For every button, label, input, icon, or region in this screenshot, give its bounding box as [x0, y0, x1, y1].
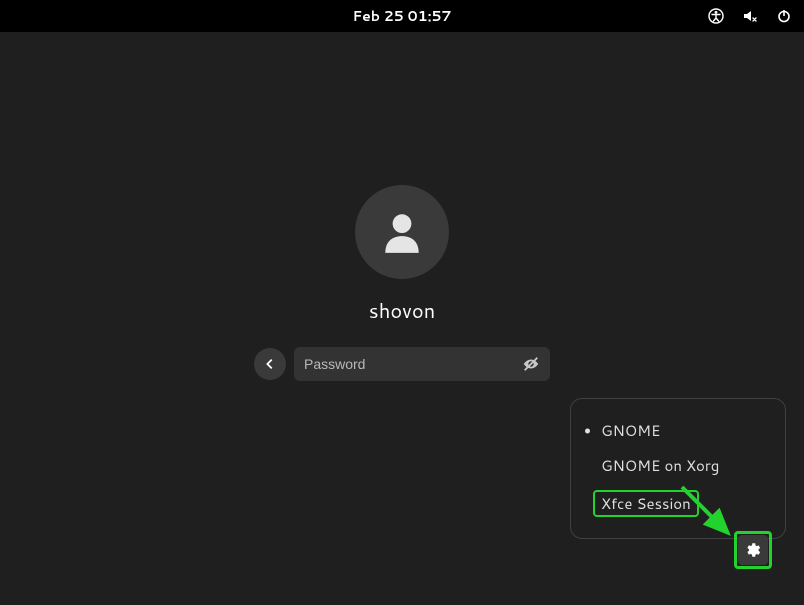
topbar-status-area: [708, 0, 792, 32]
session-option-label: GNOME on Xorg: [601, 455, 719, 476]
password-input[interactable]: [304, 356, 514, 372]
gear-icon: [744, 541, 762, 559]
selected-dot-icon: [585, 428, 590, 433]
clock-label: Feb 25 01:57: [352, 6, 451, 26]
annotation-highlight: Xfce Session: [593, 490, 699, 517]
top-bar: Feb 25 01:57: [0, 0, 804, 32]
session-option-gnome-xorg[interactable]: GNOME on Xorg: [571, 448, 785, 483]
session-menu: GNOME GNOME on Xorg Xfce Session: [570, 398, 786, 539]
login-panel: shovon: [254, 185, 550, 381]
username-label: shovon: [369, 297, 435, 325]
person-icon: [377, 207, 427, 257]
session-option-xfce[interactable]: Xfce Session: [571, 483, 785, 524]
session-option-gnome[interactable]: GNOME: [571, 413, 785, 448]
power-icon[interactable]: [776, 8, 792, 24]
toggle-password-visibility[interactable]: [522, 355, 540, 373]
session-option-label: Xfce Session: [601, 493, 691, 514]
user-avatar: [355, 185, 449, 279]
chevron-left-icon: [263, 357, 277, 371]
session-settings-button[interactable]: [738, 535, 768, 565]
back-button[interactable]: [254, 348, 286, 380]
password-row: [254, 347, 550, 381]
session-option-label: GNOME: [601, 420, 660, 441]
accessibility-icon[interactable]: [708, 8, 724, 24]
volume-muted-icon[interactable]: [742, 8, 758, 24]
eye-off-icon: [522, 355, 540, 373]
password-field-container: [294, 347, 550, 381]
